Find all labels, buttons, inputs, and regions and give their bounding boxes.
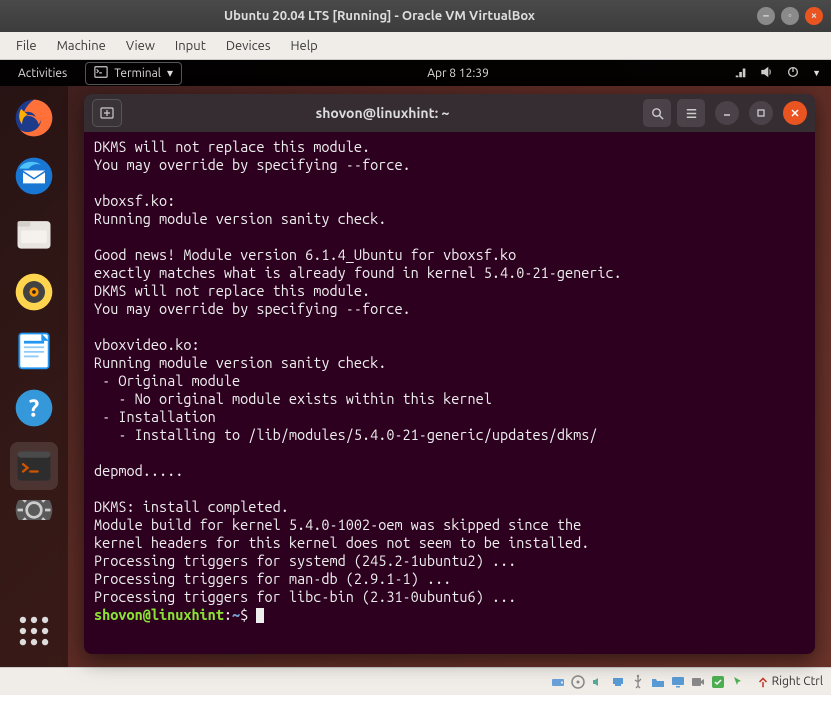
- system-tray[interactable]: ▼: [734, 65, 821, 82]
- mouse-integration-icon[interactable]: [730, 674, 746, 690]
- app-menu-label: Terminal: [114, 67, 161, 80]
- hard-disk-icon[interactable]: [550, 674, 566, 690]
- activities-button[interactable]: Activities: [10, 67, 75, 80]
- dock-firefox[interactable]: [10, 94, 58, 142]
- gnome-topbar: Activities Terminal ▾ Apr 8 12:39 ▼: [0, 60, 831, 86]
- network-icon: [734, 65, 748, 82]
- guest-viewport: Activities Terminal ▾ Apr 8 12:39 ▼: [0, 60, 831, 667]
- clock[interactable]: Apr 8 12:39: [182, 67, 734, 80]
- search-button[interactable]: [643, 99, 671, 127]
- virtualbox-window-title: Ubuntu 20.04 LTS [Running] - Oracle VM V…: [8, 9, 751, 23]
- menu-machine[interactable]: Machine: [47, 35, 116, 57]
- recording-icon[interactable]: [690, 674, 706, 690]
- dock-help[interactable]: ?: [10, 384, 58, 432]
- dock-libreoffice-writer[interactable]: [10, 326, 58, 374]
- shared-folders-icon[interactable]: [650, 674, 666, 690]
- optical-disk-icon[interactable]: [570, 674, 586, 690]
- dock-thunderbird[interactable]: [10, 152, 58, 200]
- volume-icon: [760, 65, 774, 82]
- host-key-label: Right Ctrl: [772, 675, 823, 688]
- ubuntu-dock: ?: [0, 86, 68, 667]
- virtualbox-menubar: File Machine View Input Devices Help: [0, 32, 831, 60]
- dock-files[interactable]: [10, 210, 58, 258]
- display-icon[interactable]: [670, 674, 686, 690]
- terminal-maximize-button[interactable]: [749, 101, 773, 125]
- terminal-titlebar[interactable]: shovon@linuxhint: ~: [84, 94, 815, 132]
- terminal-body[interactable]: DKMS will not replace this module. You m…: [84, 132, 815, 654]
- dock-rhythmbox[interactable]: [10, 268, 58, 316]
- app-menu[interactable]: Terminal ▾: [85, 62, 182, 85]
- keyboard-icon: [756, 675, 770, 689]
- terminal-title: shovon@linuxhint: ~: [122, 105, 643, 121]
- host-close-button[interactable]: ×: [805, 7, 823, 25]
- audio-icon[interactable]: [590, 674, 606, 690]
- chevron-down-icon: ▼: [812, 68, 821, 78]
- usb-icon[interactable]: [630, 674, 646, 690]
- virtualbox-statusbar: Right Ctrl: [0, 667, 831, 695]
- terminal-app-icon: [94, 65, 108, 82]
- host-minimize-button[interactable]: –: [757, 7, 775, 25]
- menu-help[interactable]: Help: [281, 35, 328, 57]
- svg-text:?: ?: [29, 394, 39, 421]
- menu-view[interactable]: View: [116, 35, 165, 57]
- dock-settings[interactable]: [10, 500, 58, 520]
- new-tab-button[interactable]: [92, 99, 122, 127]
- show-applications-button[interactable]: [10, 607, 58, 655]
- virtualbox-titlebar: Ubuntu 20.04 LTS [Running] - Oracle VM V…: [0, 0, 831, 32]
- dock-terminal[interactable]: [10, 442, 58, 490]
- hamburger-menu-button[interactable]: [677, 99, 705, 127]
- terminal-close-button[interactable]: [783, 101, 807, 125]
- terminal-minimize-button[interactable]: [715, 101, 739, 125]
- host-maximize-button[interactable]: ◦: [781, 7, 799, 25]
- guest-additions-icon[interactable]: [710, 674, 726, 690]
- menu-input[interactable]: Input: [165, 35, 216, 57]
- terminal-window: shovon@linuxhint: ~ DKMS will not replac…: [84, 94, 815, 654]
- host-key-indicator[interactable]: Right Ctrl: [756, 675, 823, 689]
- power-icon: [786, 65, 800, 82]
- chevron-down-icon: ▾: [167, 66, 173, 80]
- network-adapter-icon[interactable]: [610, 674, 626, 690]
- menu-devices[interactable]: Devices: [216, 35, 281, 57]
- menu-file[interactable]: File: [6, 35, 47, 57]
